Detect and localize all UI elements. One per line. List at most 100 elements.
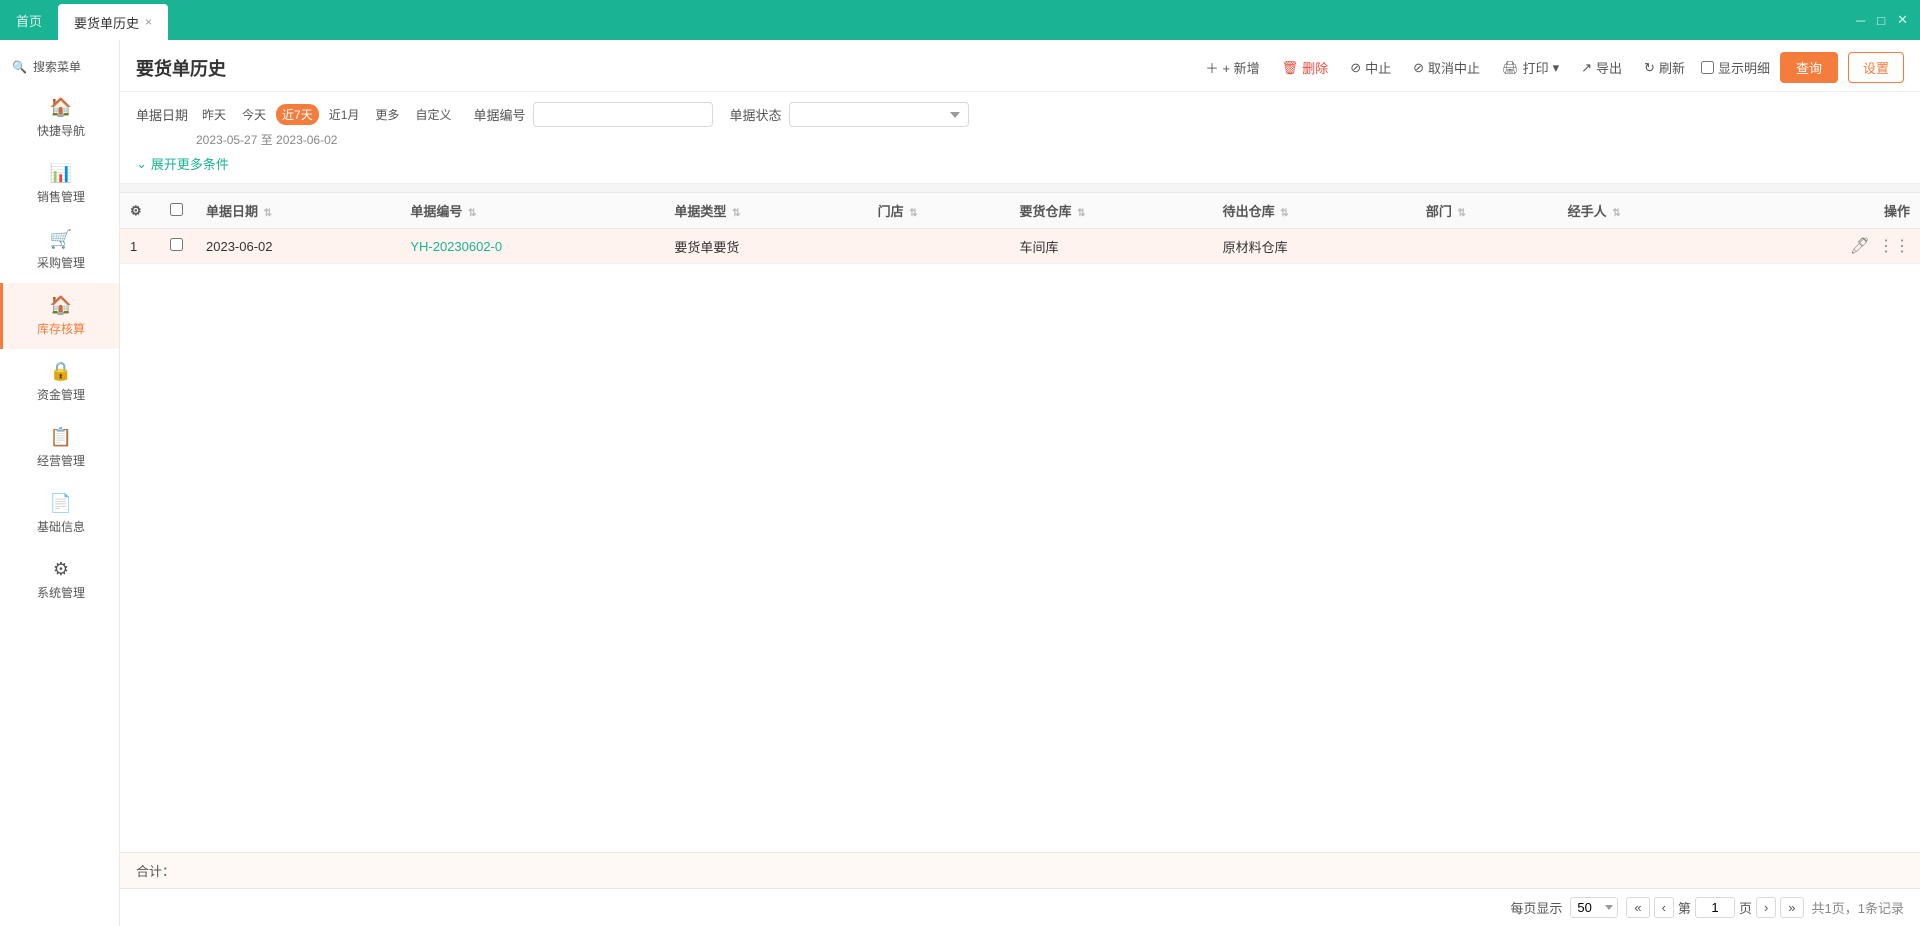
- top-bar: 首页 要货单历史 × ─ □ ✕: [0, 0, 1920, 40]
- row-doc-no[interactable]: YH-20230602-0: [400, 229, 664, 264]
- delete-button[interactable]: 🗑 删除: [1276, 54, 1335, 81]
- sort-handler-icon: ⇅: [1612, 208, 1620, 219]
- th-date[interactable]: 单据日期 ⇅: [196, 193, 400, 229]
- refresh-label: 刷新: [1659, 58, 1685, 77]
- minimize-icon[interactable]: ─: [1856, 13, 1865, 28]
- th-department[interactable]: 部门 ⇅: [1416, 193, 1558, 229]
- doc-status-select[interactable]: [789, 102, 969, 127]
- select-all-checkbox[interactable]: [170, 203, 183, 216]
- row-date: 2023-06-02: [196, 229, 400, 264]
- refresh-button[interactable]: ↻ 刷新: [1638, 54, 1691, 81]
- doc-number-input[interactable]: [533, 102, 713, 127]
- export-label: 导出: [1596, 58, 1622, 77]
- row-doc-no-link[interactable]: YH-20230602-0: [410, 239, 502, 254]
- page-first-btn[interactable]: «: [1626, 897, 1649, 918]
- row-delete-icon[interactable]: ⋮⋮: [1878, 236, 1910, 256]
- query-button[interactable]: 查询: [1780, 52, 1838, 83]
- sidebar-search[interactable]: 🔍 搜索菜单: [0, 48, 119, 85]
- page-input[interactable]: [1695, 897, 1735, 918]
- th-doc-type-label: 单据类型: [674, 204, 726, 219]
- row-actions-cell: 🖊 ⋮⋮: [1730, 229, 1920, 264]
- tab-requisition-history[interactable]: 要货单历史 ×: [58, 4, 168, 40]
- maximize-icon[interactable]: □: [1877, 13, 1885, 28]
- add-button[interactable]: ＋ + 新增: [1199, 54, 1265, 81]
- summary-label: 合计：: [136, 861, 175, 880]
- sidebar-item-quick-nav[interactable]: 🏠 快捷导航: [0, 85, 119, 151]
- th-doc-type[interactable]: 单据类型 ⇅: [664, 193, 867, 229]
- th-pending-warehouse[interactable]: 待出仓库 ⇅: [1213, 193, 1416, 229]
- clipboard-icon: 📋: [50, 427, 72, 448]
- sort-department-icon: ⇅: [1458, 208, 1466, 219]
- tab-list: 首页 要货单历史 ×: [0, 0, 168, 40]
- sidebar: 🔍 搜索菜单 🏠 快捷导航 📊 销售管理 🛒 采购管理 🏠 库存核算 🔒 资金管…: [0, 40, 120, 926]
- row-checkbox[interactable]: [170, 238, 183, 251]
- sidebar-item-system-label: 系统管理: [37, 584, 85, 601]
- display-detail-input[interactable]: [1701, 61, 1714, 74]
- sidebar-item-operations[interactable]: 📋 经营管理: [0, 415, 119, 481]
- sidebar-item-basic-info[interactable]: 📄 基础信息: [0, 481, 119, 547]
- stop-button[interactable]: ⊘ 中止: [1344, 54, 1397, 81]
- print-label: 打印: [1523, 58, 1549, 77]
- shortcut-yesterday[interactable]: 昨天: [196, 104, 232, 125]
- sidebar-item-sales[interactable]: 📊 销售管理: [0, 151, 119, 217]
- th-store[interactable]: 门店 ⇅: [868, 193, 1010, 229]
- page-size-select[interactable]: 50 10 20 100: [1570, 897, 1618, 918]
- date-range-text: 2023-05-27 至 2023-06-02: [196, 131, 337, 148]
- page-prefix: 第: [1678, 898, 1691, 917]
- tab-close-icon[interactable]: ×: [145, 15, 152, 29]
- tab-home[interactable]: 首页: [0, 0, 58, 40]
- sidebar-item-finance[interactable]: 🔒 资金管理: [0, 349, 119, 415]
- th-req-warehouse[interactable]: 要货仓库 ⇅: [1009, 193, 1212, 229]
- cart-icon: 🛒: [50, 229, 72, 250]
- sidebar-item-purchase[interactable]: 🛒 采购管理: [0, 217, 119, 283]
- th-doc-no[interactable]: 单据编号 ⇅: [400, 193, 664, 229]
- th-store-label: 门店: [878, 204, 904, 219]
- shortcut-1month[interactable]: 近1月: [323, 104, 366, 125]
- sidebar-item-operations-label: 经营管理: [37, 452, 85, 469]
- table-row: 1 2023-06-02 YH-20230602-0 要货单要货 车间库 原材料…: [120, 229, 1920, 264]
- page-total: 共1页，1条记录: [1812, 898, 1904, 917]
- print-button[interactable]: 🖨 打印 ▾: [1496, 54, 1565, 81]
- page-actions: ＋ + 新增 🗑 删除 ⊘ 中止 ⊘ 取消中止 🖨 打印: [1199, 52, 1904, 83]
- th-checkbox[interactable]: [160, 193, 196, 229]
- th-handler[interactable]: 经手人 ⇅: [1558, 193, 1731, 229]
- shortcut-custom[interactable]: 自定义: [409, 104, 457, 125]
- th-handler-label: 经手人: [1568, 204, 1607, 219]
- page-suffix: 页: [1739, 898, 1752, 917]
- page-next-btn[interactable]: ›: [1756, 897, 1776, 918]
- sidebar-item-system[interactable]: ⚙ 系统管理: [0, 547, 119, 613]
- doc-icon: 📄: [50, 493, 72, 514]
- row-edit-icon[interactable]: 🖊: [1850, 236, 1870, 256]
- export-button[interactable]: ↗ 导出: [1575, 54, 1628, 81]
- page-title: 要货单历史: [136, 55, 226, 81]
- main-layout: 🔍 搜索菜单 🏠 快捷导航 📊 销售管理 🛒 采购管理 🏠 库存核算 🔒 资金管…: [0, 40, 1920, 926]
- page-prev-btn[interactable]: ‹: [1654, 897, 1674, 918]
- search-icon: 🔍: [12, 60, 27, 74]
- shortcut-7days[interactable]: 近7天: [276, 104, 319, 125]
- sidebar-item-inventory[interactable]: 🏠 库存核算: [0, 283, 119, 349]
- table-body: 1 2023-06-02 YH-20230602-0 要货单要货 车间库 原材料…: [120, 229, 1920, 264]
- th-actions: 操作: [1730, 193, 1920, 229]
- home-icon: 🏠: [50, 97, 72, 118]
- display-detail-checkbox[interactable]: 显示明细: [1701, 58, 1770, 77]
- sidebar-item-finance-label: 资金管理: [37, 386, 85, 403]
- export-icon: ↗: [1581, 60, 1592, 76]
- add-icon: ＋: [1205, 58, 1218, 77]
- table-area: ⚙ 单据日期 ⇅ 单据编号 ⇅ 单据类型: [120, 192, 1920, 852]
- print-chevron-icon: ▾: [1553, 60, 1560, 76]
- row-checkbox-cell[interactable]: [160, 229, 196, 264]
- cancel-stop-icon: ⊘: [1413, 60, 1424, 76]
- expand-more-btn[interactable]: ⌄ 展开更多条件: [136, 154, 1904, 173]
- cancel-stop-button[interactable]: ⊘ 取消中止: [1407, 54, 1486, 81]
- shortcut-today[interactable]: 今天: [236, 104, 272, 125]
- close-icon[interactable]: ✕: [1897, 12, 1908, 28]
- settings-button[interactable]: 设置: [1848, 52, 1904, 83]
- page-last-btn[interactable]: »: [1780, 897, 1803, 918]
- data-table: ⚙ 单据日期 ⇅ 单据编号 ⇅ 单据类型: [120, 192, 1920, 264]
- sort-store-icon: ⇅: [909, 208, 917, 219]
- shortcut-more[interactable]: 更多: [369, 104, 405, 125]
- table-header-row: ⚙ 单据日期 ⇅ 单据编号 ⇅ 单据类型: [120, 193, 1920, 229]
- page-size-label: 每页显示: [1510, 898, 1562, 917]
- refresh-icon: ↻: [1644, 60, 1655, 76]
- th-settings[interactable]: ⚙: [120, 193, 160, 229]
